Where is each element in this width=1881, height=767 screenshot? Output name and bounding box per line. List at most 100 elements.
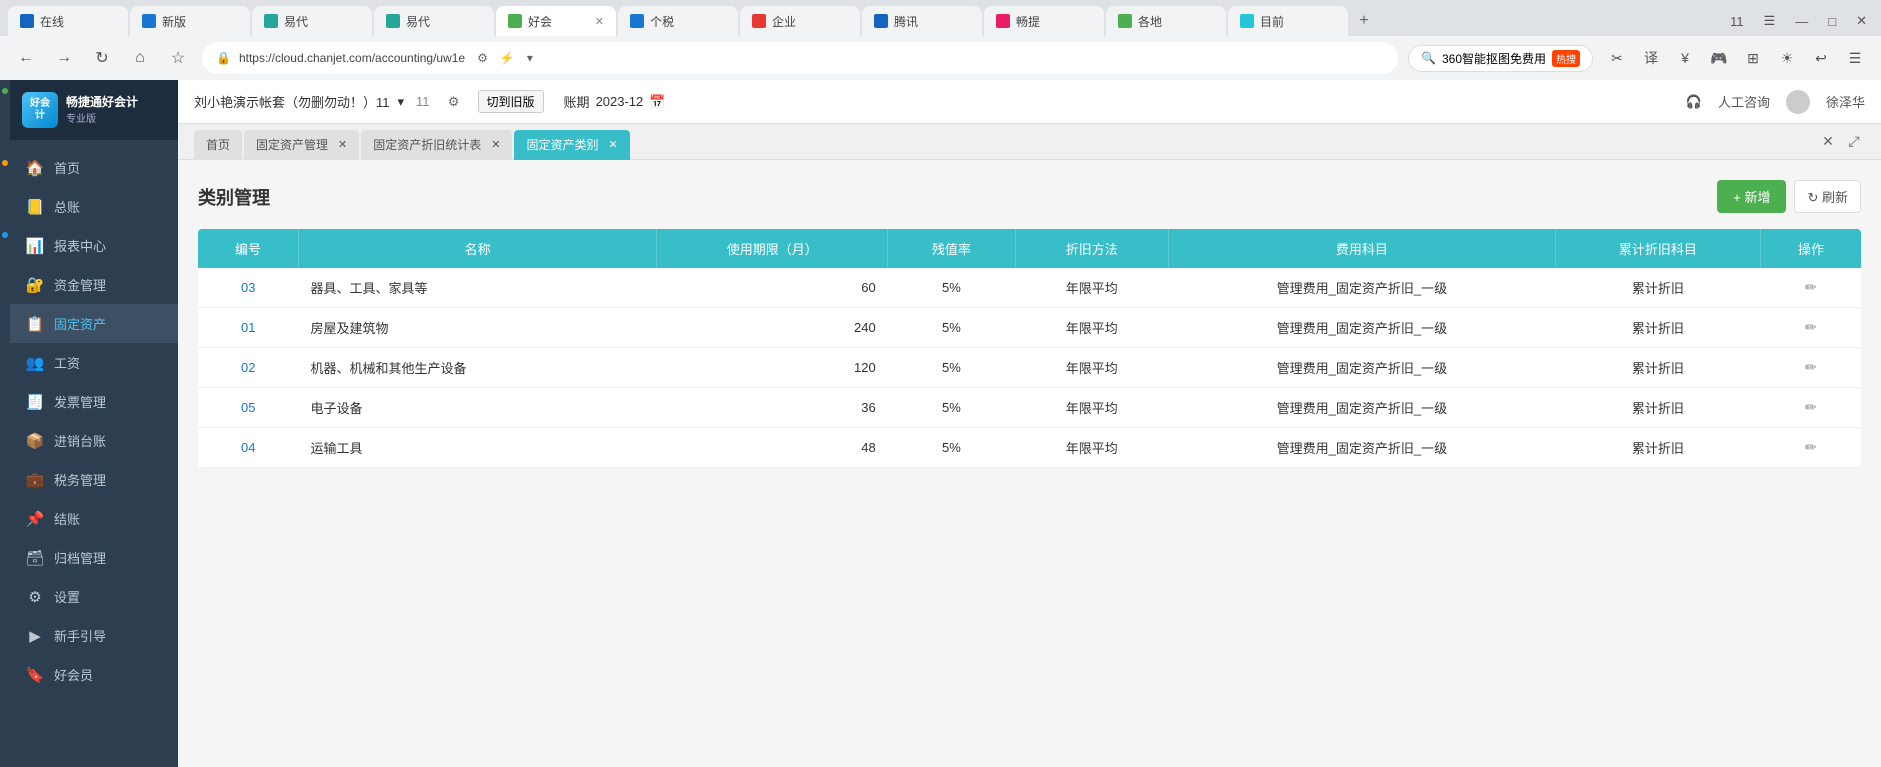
menu-icon[interactable]: ☰ [1841,44,1869,72]
sidebar-item-more[interactable]: 🔖 好会员 [10,655,178,694]
table-row: 04 运输工具 48 5% 年限平均 管理费用_固定资产折旧_一级 累计折旧 ✏ [198,428,1861,468]
currency-icon[interactable]: ¥ [1671,44,1699,72]
content-tab-category-label: 固定资产类别 [526,136,598,153]
browser-tab-2[interactable]: 新版 [130,6,250,36]
home-button[interactable]: ⌂ [126,44,154,72]
cell-method-4: 年限平均 [1015,428,1168,468]
sidebar-label-ledger: 总账 [54,197,80,216]
sidebar-item-reports[interactable]: 📊 报表中心 [10,226,178,265]
version-button[interactable]: 切到旧版 [478,90,544,113]
sidebar-item-guide[interactable]: ▶ 新手引导 [10,616,178,655]
content-tab-category-close[interactable]: ✕ [609,138,618,151]
browser-tab-1[interactable]: 在线 [8,6,128,36]
browser-tab-3[interactable]: 易代 [252,6,372,36]
browser-tab-7[interactable]: 企业 [740,6,860,36]
grid-icon[interactable]: ⊞ [1739,44,1767,72]
browser-tab-5[interactable]: 好会 ✕ [496,6,616,36]
tab-favicon-6 [630,14,644,28]
sidebar-label-funds: 资金管理 [54,275,106,294]
bookmark-button[interactable]: ☆ [164,44,192,72]
cell-residual-3: 5% [888,388,1015,428]
browser-tab-8[interactable]: 腾讯 [862,6,982,36]
settings-button[interactable]: ⚙ [442,90,466,114]
translate-icon[interactable]: 译 [1637,44,1665,72]
add-button[interactable]: + 新增 [1717,180,1786,213]
maximize-btn[interactable]: □ [1822,12,1842,31]
col-header-action: 操作 [1760,229,1861,268]
tab-title-4: 易代 [406,13,482,30]
sidebar-item-home[interactable]: 🏠 首页 [10,148,178,187]
sidebar-item-fixed[interactable]: 📋 固定资产 [10,304,178,343]
theme-icon[interactable]: ☀ [1773,44,1801,72]
help-label[interactable]: 人工咨询 [1718,92,1770,111]
browser-tab-6[interactable]: 个税 [618,6,738,36]
content-tab-home-label: 首页 [206,136,230,153]
sidebar-item-payroll[interactable]: 👥 工资 [10,343,178,382]
reports-icon: 📊 [26,237,44,255]
sidebar-label-settings: 设置 [54,587,80,606]
account-name: 刘小艳演示帐套（勿删勿动！）11 [194,92,390,111]
address-input[interactable]: 🔒 https://cloud.chanjet.com/accounting/u… [202,42,1398,74]
sidebar-item-purchase[interactable]: 📦 进销台账 [10,421,178,460]
undo-icon[interactable]: ↩ [1807,44,1835,72]
edit-button-2[interactable]: ✏ [1805,359,1817,375]
tab-favicon-3 [264,14,278,28]
content-tab-depreciation[interactable]: 固定资产折旧统计表 ✕ [361,130,512,160]
sidebar-item-archive[interactable]: 🗃 归档管理 [10,538,178,577]
reload-button[interactable]: ↻ [88,44,116,72]
calendar-icon[interactable]: 📅 [649,94,665,110]
content-tab-home[interactable]: 首页 [194,130,242,160]
fullscreen-button[interactable]: ⤢ [1843,131,1865,153]
edit-button-4[interactable]: ✏ [1805,439,1817,455]
tab-menu[interactable]: ☰ [1758,11,1782,31]
sidebar-item-settings[interactable]: ⚙ 设置 [10,577,178,616]
cell-method-0: 年限平均 [1015,268,1168,308]
tab-title-9: 畅提 [1016,13,1092,30]
sidebar-label-home: 首页 [54,158,80,177]
refresh-button[interactable]: ↻ 刷新 [1794,180,1861,213]
tab-count[interactable]: 11 [1724,12,1750,31]
page-title-row: 类别管理 + 新增 ↻ 刷新 [198,180,1861,213]
table-header: 编号 名称 使用期限（月） 残值率 折旧方法 费用科目 累计折旧科目 操作 [198,229,1861,268]
close-window-btn[interactable]: ✕ [1850,11,1873,31]
col-header-residual: 残值率 [888,229,1015,268]
forward-button[interactable]: → [50,44,78,72]
browser-tab-11[interactable]: 目前 [1228,6,1348,36]
app-header: 刘小艳演示帐套（勿删勿动！）11 ▾ 11 ⚙ 切到旧版 账期 2023-12 … [178,80,1881,124]
browser-tab-10[interactable]: 各地 [1106,6,1226,36]
sidebar-item-ledger[interactable]: 📒 总账 [10,187,178,226]
user-label[interactable]: 徐泽华 [1826,92,1865,111]
account-dropdown[interactable]: ▾ [398,94,405,110]
table-header-row: 编号 名称 使用期限（月） 残值率 折旧方法 费用科目 累计折旧科目 操作 [198,229,1861,268]
tab-close-5[interactable]: ✕ [595,15,604,28]
edit-button-1[interactable]: ✏ [1805,319,1817,335]
tab-title-10: 各地 [1138,13,1214,30]
content-tab-category[interactable]: 固定资产类别 ✕ [514,130,629,160]
tax-icon: 💼 [26,471,44,489]
content-tab-depreciation-close[interactable]: ✕ [491,138,500,151]
sidebar-item-invoice[interactable]: 🧾 发票管理 [10,382,178,421]
game-icon[interactable]: 🎮 [1705,44,1733,72]
scissors-icon[interactable]: ✂ [1603,44,1631,72]
cell-months-3: 36 [657,388,888,428]
edit-button-3[interactable]: ✏ [1805,399,1817,415]
header-right: 🎧 人工咨询 徐泽华 [1686,90,1865,114]
content-tab-fixed-mgmt[interactable]: 固定资产管理 ✕ [244,130,359,160]
back-button[interactable]: ← [12,44,40,72]
cell-months-1: 240 [657,308,888,348]
browser-tab-9[interactable]: 畅提 [984,6,1104,36]
search-box[interactable]: 🔍 360智能抠图免费用 热搜 [1408,45,1593,72]
sidebar-item-tax[interactable]: 💼 税务管理 [10,460,178,499]
minimize-btn[interactable]: — [1789,12,1814,31]
browser-tab-4[interactable]: 易代 [374,6,494,36]
tab-favicon-4 [386,14,400,28]
sidebar-item-close[interactable]: 📌 结账 [10,499,178,538]
sidebar-item-funds[interactable]: 🔐 资金管理 [10,265,178,304]
edit-button-0[interactable]: ✏ [1805,279,1817,295]
content-tab-fixed-mgmt-close[interactable]: ✕ [338,138,347,151]
tab-favicon-10 [1118,14,1132,28]
app-layout: 好会计 畅捷通好会计 专业版 🏠 首页 📒 总账 📊 报表中心 🔐 资金管理 [0,80,1881,767]
restore-button[interactable]: ✕ [1817,131,1839,153]
new-tab-button[interactable]: + [1350,7,1378,35]
tab-title-7: 企业 [772,13,848,30]
